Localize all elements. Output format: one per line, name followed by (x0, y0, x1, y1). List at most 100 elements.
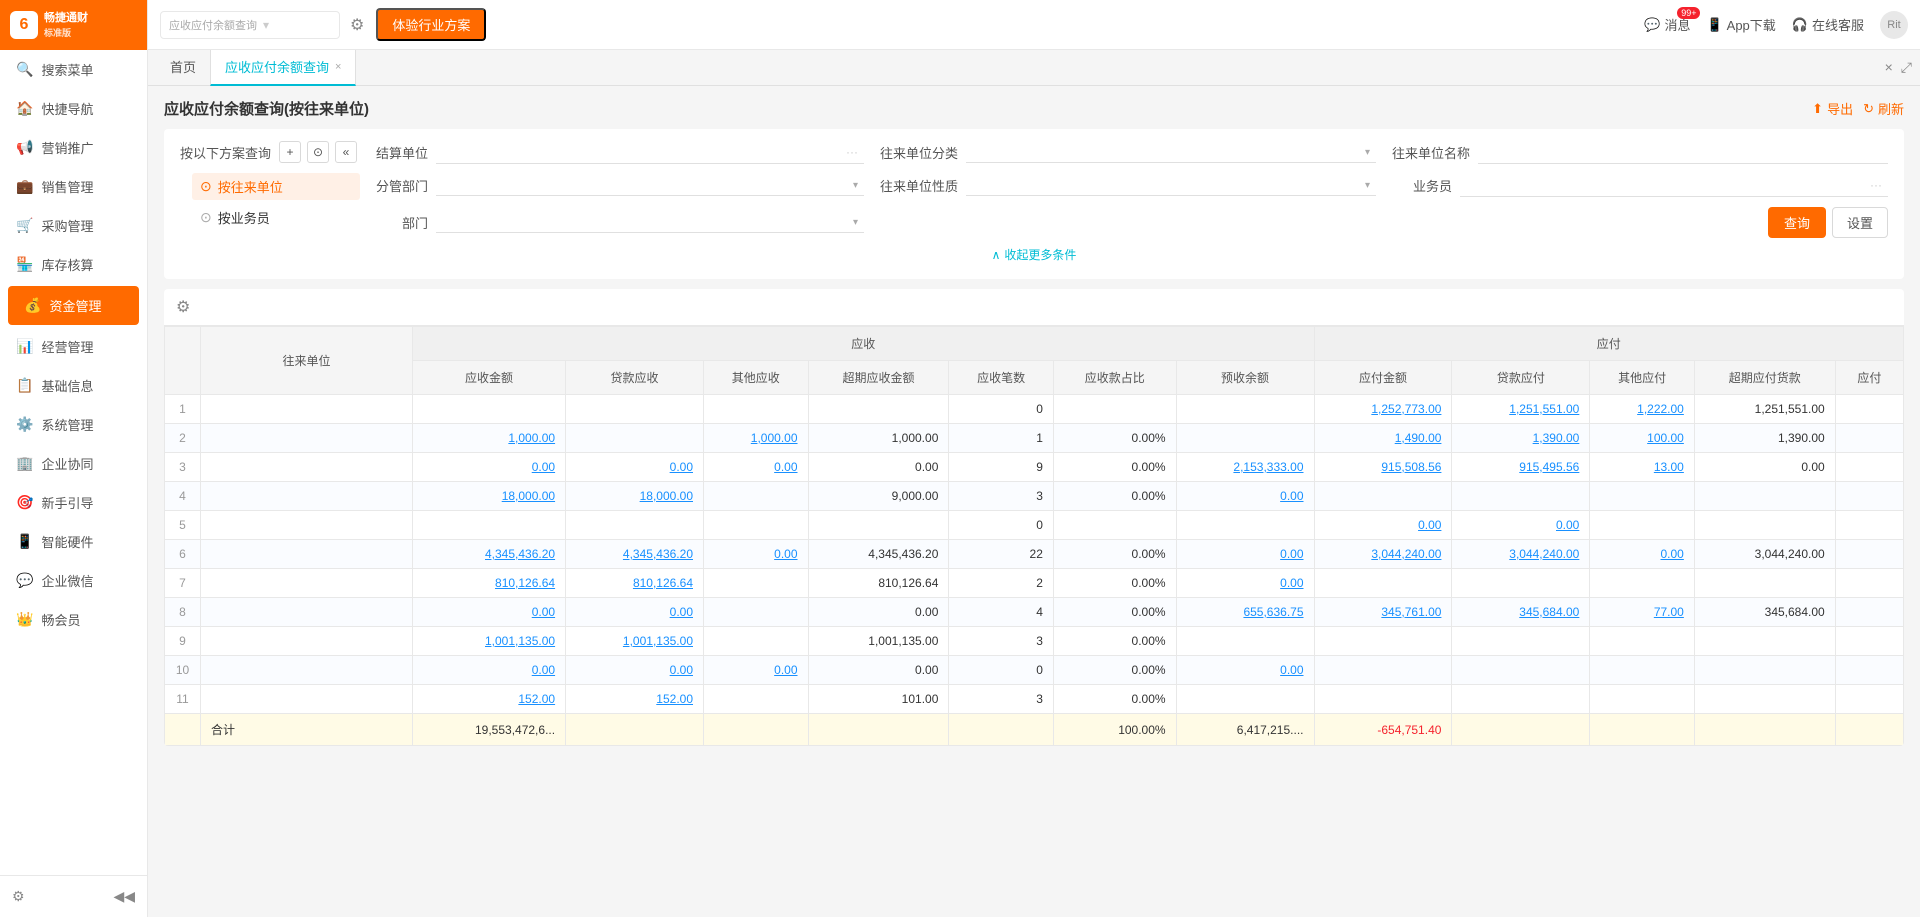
collapse-scheme-btn[interactable]: « (335, 141, 357, 163)
collapse-icon: ∧ (992, 248, 1001, 262)
data-table: 往来单位 应收 应付 应收金额 贷款应收 其他应收 超期应收金额 应收笔数 应收… (164, 326, 1904, 746)
filter-option-partner[interactable]: ⊙ 按往来单位 (192, 173, 360, 200)
radio-active-icon: ⊙ (200, 178, 212, 195)
total-recv-amount[interactable]: 19,553,472,6... (413, 714, 566, 746)
partner-nature-chevron[interactable]: ▾ (1365, 180, 1370, 191)
sidebar-item-inventory[interactable]: 🏪 库存核算 (0, 245, 147, 284)
message-button[interactable]: 💬 消息 99+ (1644, 15, 1690, 34)
enterprise-icon: 🏢 (16, 455, 33, 472)
settings-footer-icon[interactable]: ⚙ (8, 884, 29, 909)
window-expand-icon[interactable]: ⤢ (1901, 59, 1912, 76)
sidebar-item-purchase[interactable]: 🛒 采购管理 (0, 206, 147, 245)
operations-icon: 📊 (16, 338, 33, 355)
label-dept-manager: 分管部门 (368, 176, 428, 195)
sidebar-item-member[interactable]: 👑 畅会员 (0, 600, 147, 639)
label-dept: 部门 (368, 213, 428, 232)
online-service-button[interactable]: 🎧 在线客服 (1792, 15, 1864, 34)
sidebar-item-guide[interactable]: 🎯 新手引导 (0, 483, 147, 522)
dept-manager-chevron[interactable]: ▾ (853, 180, 858, 191)
filter-partner-name: 往来单位名称 (1392, 141, 1888, 164)
sidebar-item-system[interactable]: ⚙️ 系统管理 (0, 405, 147, 444)
filter-option-salesperson[interactable]: ⊙ 按业务员 (192, 204, 360, 231)
collapse-sidebar-btn[interactable]: ◀◀ (109, 884, 139, 909)
app-logo: 6 畅捷通财 标准版 (0, 0, 147, 50)
filter-collapse-btn[interactable]: ∧ 收起更多条件 (180, 242, 1888, 267)
export-icon: ⬆ (1812, 101, 1823, 117)
logo-icon: 6 (10, 11, 38, 39)
add-scheme-btn[interactable]: + (279, 141, 301, 163)
filter-partner-nature: 往来单位性质 ▾ (880, 174, 1376, 197)
partner-name-input[interactable] (1478, 141, 1888, 164)
sidebar-item-operations[interactable]: 📊 经营管理 (0, 327, 147, 366)
table-row: 1 0 1,252,773.00 1,251,551.00 1,222.00 1… (165, 395, 1904, 424)
filter-top: 按以下方案查询 + ⊙ « (180, 141, 360, 163)
sidebar-menu: 🔍 搜索菜单 🏠 快捷导航 📢 营销推广 💼 销售管理 🛒 采购管理 🏪 库存核… (0, 50, 147, 875)
sidebar-item-enterprise[interactable]: 🏢 企业协同 (0, 444, 147, 483)
filter-icon-group: + ⊙ « (279, 141, 357, 163)
sidebar-item-marketing[interactable]: 📢 营销推广 (0, 128, 147, 167)
filter-dept: 部门 ▾ (368, 207, 864, 238)
salesperson-dots-btn[interactable]: ··· (1870, 178, 1882, 192)
breadcrumb[interactable]: 应收应付余额查询 ▾ (160, 11, 340, 39)
label-partner-nature: 往来单位性质 (880, 176, 958, 195)
query-button[interactable]: 查询 (1768, 207, 1826, 238)
th-recv-ratio: 应收款占比 (1053, 361, 1176, 395)
edit-scheme-btn[interactable]: ⊙ (307, 141, 329, 163)
message-icon: 💬 (1644, 17, 1660, 33)
avatar[interactable]: Rit (1880, 11, 1908, 39)
dept-chevron[interactable]: ▾ (853, 217, 858, 228)
sales-icon: 💼 (16, 178, 33, 195)
tab-bar: 首页 应收应付余额查询 × × ⤢ (148, 50, 1920, 86)
sidebar-item-basic[interactable]: 📋 基础信息 (0, 366, 147, 405)
header-right: 💬 消息 99+ 📱 App下载 🎧 在线客服 Rit (1644, 11, 1908, 39)
sidebar-item-finance[interactable]: 💰 资金管理 (8, 286, 139, 325)
sidebar-item-hardware[interactable]: 📱 智能硬件 (0, 522, 147, 561)
filter-partner-category: 往来单位分类 ▾ (880, 141, 1376, 164)
tab-home[interactable]: 首页 (156, 50, 210, 86)
purchase-icon: 🛒 (16, 217, 33, 234)
filter-scheme-label: 按以下方案查询 (180, 143, 271, 162)
th-prepay-balance: 预收余额 (1176, 361, 1314, 395)
refresh-button[interactable]: ↻ 刷新 (1863, 99, 1904, 118)
label-partner-name: 往来单位名称 (1392, 143, 1470, 162)
tab-active[interactable]: 应收应付余额查询 × (210, 50, 356, 86)
settings-icon[interactable]: ⚙ (350, 15, 364, 35)
partner-category-chevron[interactable]: ▾ (1365, 147, 1370, 158)
th-overdue-pay: 超期应付货款 (1694, 361, 1835, 395)
home-icon: 🏠 (16, 100, 33, 117)
filter-settlement-unit: 结算单位 ··· (368, 141, 864, 164)
th-other-recv: 其他应收 (704, 361, 809, 395)
filter-options: ⊙ 按往来单位 ⊙ 按业务员 (192, 173, 360, 231)
th-overdue-recv: 超期应收金额 (808, 361, 949, 395)
page-actions: ⬆ 导出 ↻ 刷新 (1812, 99, 1904, 118)
window-close-icon[interactable]: × (1885, 59, 1893, 76)
avatar-initials: Rit (1887, 19, 1900, 31)
logo-name: 畅捷通财 (44, 11, 88, 25)
breadcrumb-text: 应收应付余额查询 (169, 17, 257, 33)
filter-settings-button[interactable]: 设置 (1832, 207, 1888, 238)
sidebar-item-search[interactable]: 🔍 搜索菜单 (0, 50, 147, 89)
hardware-icon: 📱 (16, 533, 33, 550)
inventory-icon: 🏪 (16, 256, 33, 273)
th-loan-pay: 贷款应付 (1452, 361, 1590, 395)
tab-close-icon[interactable]: × (335, 61, 341, 73)
settlement-dots-btn[interactable]: ··· (846, 145, 858, 159)
th-loan-recv: 贷款应收 (566, 361, 704, 395)
system-icon: ⚙️ (16, 416, 33, 433)
total-pay-amount: -654,751.40 (1314, 714, 1452, 746)
export-button[interactable]: ⬆ 导出 (1812, 99, 1853, 118)
page-title: 应收应付余额查询(按往来单位) (164, 98, 369, 119)
table-row: 7 810,126.64 810,126.64 810,126.64 2 0.0… (165, 569, 1904, 598)
sidebar-item-sales[interactable]: 💼 销售管理 (0, 167, 147, 206)
sidebar-item-quicknav[interactable]: 🏠 快捷导航 (0, 89, 147, 128)
breadcrumb-chevron: ▾ (263, 18, 269, 32)
promo-button[interactable]: 体验行业方案 (376, 8, 486, 41)
sidebar-item-wechat[interactable]: 💬 企业微信 (0, 561, 147, 600)
table-settings-icon[interactable]: ⚙ (176, 297, 190, 317)
label-partner-category: 往来单位分类 (880, 143, 958, 162)
top-header: 应收应付余额查询 ▾ ⚙ 体验行业方案 💬 消息 99+ 📱 App下载 🎧 在… (148, 0, 1920, 50)
app-download-button[interactable]: 📱 App下载 (1706, 15, 1775, 34)
total-label: 合计 (201, 714, 413, 746)
table-row: 10 0.00 0.00 0.00 0.00 0 0.00% 0.00 (165, 656, 1904, 685)
th-payable-group: 应付 (1314, 327, 1904, 361)
